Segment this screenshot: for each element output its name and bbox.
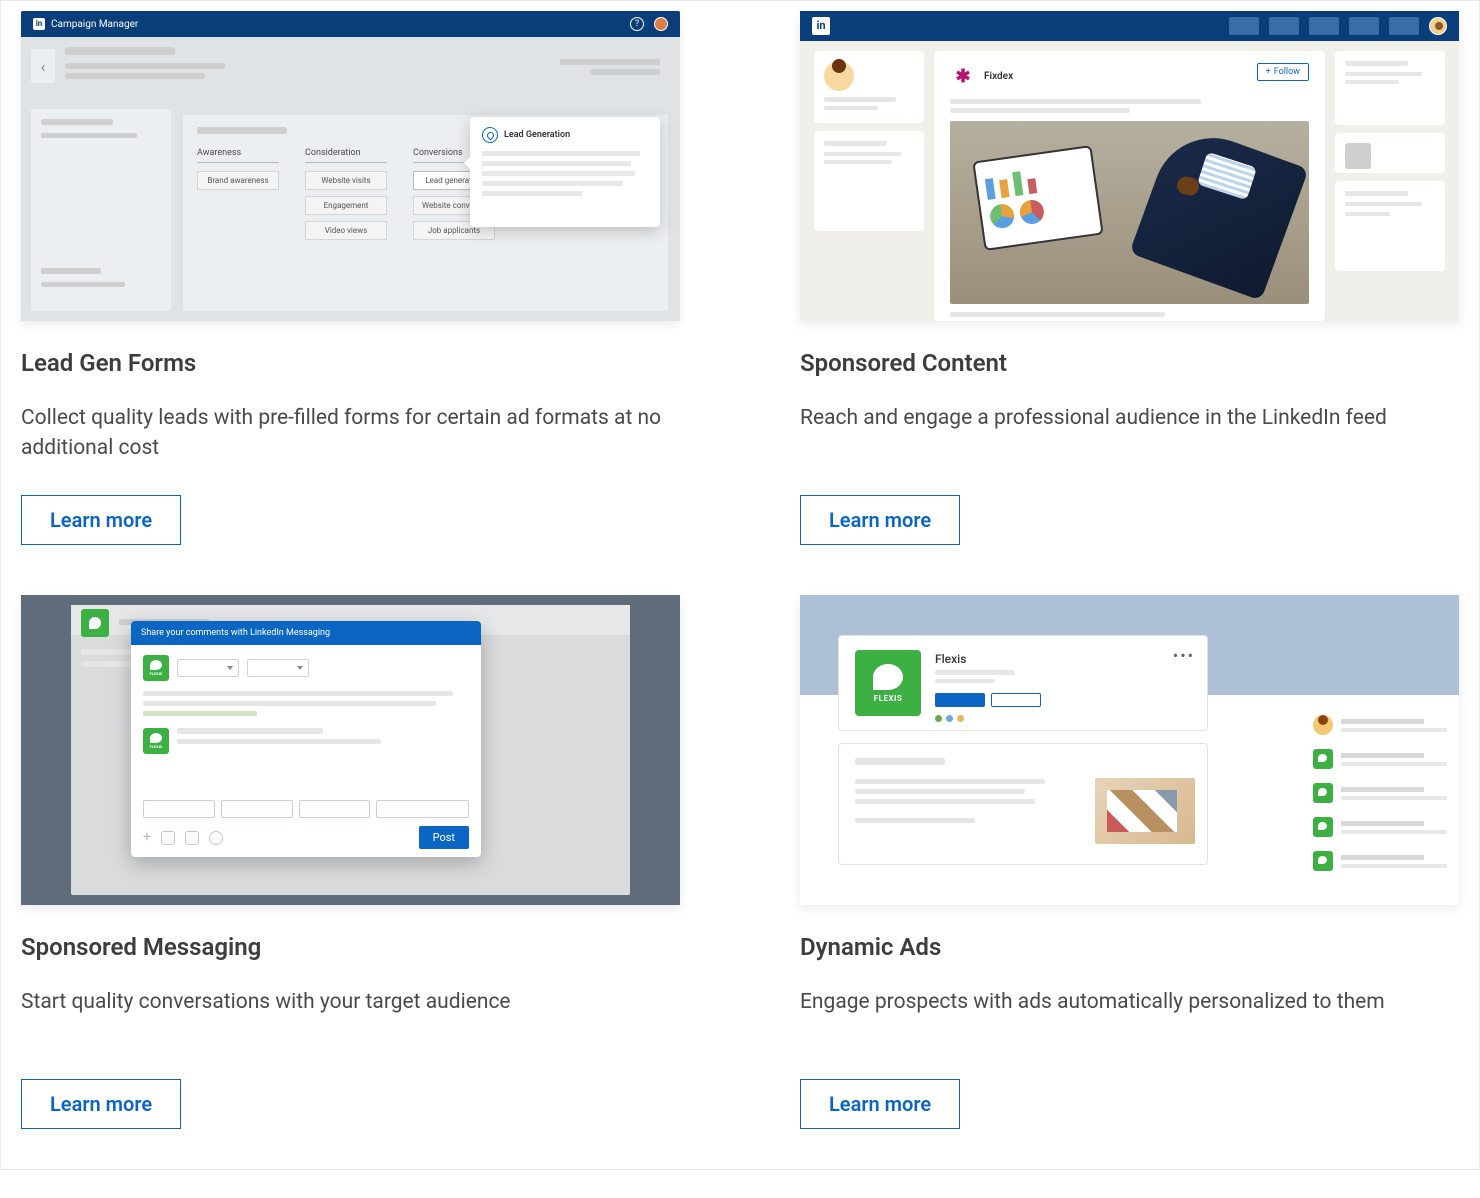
flexis-logo-icon xyxy=(1313,749,1333,769)
dropdown xyxy=(247,659,309,677)
learn-more-button[interactable]: Learn more xyxy=(21,1079,181,1129)
flexis-logo-icon xyxy=(1313,783,1333,803)
popup-title: Lead Generation xyxy=(504,130,570,140)
card-sponsored-content: in xyxy=(800,11,1459,545)
fixdex-logo-icon: ✱ xyxy=(950,63,976,89)
col-awareness-label: Awareness xyxy=(197,148,279,163)
feed-post: ✱ Fixdex + Follow xyxy=(934,51,1325,321)
card-desc: Reach and engage a professional audience… xyxy=(800,403,1459,465)
learn-more-button[interactable]: Learn more xyxy=(21,495,181,545)
secondary-pill xyxy=(991,693,1041,707)
brand-name: Fixdex xyxy=(984,71,1013,82)
back-chevron-icon: ‹ xyxy=(31,49,55,83)
followers-list xyxy=(1313,715,1459,885)
learn-more-button[interactable]: Learn more xyxy=(800,1079,960,1129)
company-card: ••• Flexis xyxy=(838,635,1208,731)
video-icon xyxy=(185,831,199,845)
chip-website-visits: Website visits xyxy=(305,171,387,190)
thumb-sponsored-messaging: Share your comments with LinkedIn Messag… xyxy=(21,595,680,905)
chip-engagement: Engagement xyxy=(305,196,387,215)
thumb-lead-gen-forms: in Campaign Manager ? ‹ xyxy=(21,11,680,321)
card-desc: Collect quality leads with pre-filled fo… xyxy=(21,403,680,465)
thumb-sponsored-content: in xyxy=(800,11,1459,321)
plus-icon: + xyxy=(143,831,151,845)
card-desc: Start quality conversations with your ta… xyxy=(21,987,680,1049)
avatar-icon xyxy=(824,61,854,91)
card-dynamic-ads: ••• Flexis xyxy=(800,595,1459,1129)
learn-more-button[interactable]: Learn more xyxy=(800,495,960,545)
card-title: Dynamic Ads xyxy=(800,933,1459,961)
linkedin-feed-topbar: in xyxy=(800,11,1459,41)
image-icon xyxy=(161,831,175,845)
lead-gen-icon xyxy=(482,127,498,143)
card-title: Lead Gen Forms xyxy=(21,349,680,377)
flexis-logo-icon xyxy=(81,609,109,637)
input-field xyxy=(143,800,215,818)
flexis-logo-icon xyxy=(855,650,921,716)
dialog-title: Share your comments with LinkedIn Messag… xyxy=(131,621,481,645)
col-consideration-label: Consideration xyxy=(305,148,387,163)
help-icon: ? xyxy=(630,17,644,31)
input-field xyxy=(221,800,293,818)
card-sponsored-messaging: Share your comments with LinkedIn Messag… xyxy=(21,595,680,1129)
emoji-icon xyxy=(209,831,223,845)
dropdown xyxy=(177,659,239,677)
top-nav xyxy=(1229,17,1447,35)
flexis-logo-icon xyxy=(143,655,169,681)
follower-dots xyxy=(935,715,964,722)
chip-video-views: Video views xyxy=(305,221,387,240)
linkedin-icon: in xyxy=(33,18,45,30)
campaign-manager-topbar: in Campaign Manager ? xyxy=(21,11,680,37)
card-image xyxy=(1095,778,1195,844)
avatar-icon xyxy=(654,17,668,31)
flexis-logo-icon xyxy=(143,728,169,754)
chip-brand-awareness: Brand awareness xyxy=(197,171,279,190)
card-lead-gen-forms: in Campaign Manager ? ‹ xyxy=(21,11,680,545)
post-button: Post xyxy=(419,826,469,849)
avatar-icon xyxy=(1313,715,1333,735)
flexis-logo-icon xyxy=(1313,851,1333,871)
lead-generation-popup: Lead Generation xyxy=(470,117,660,227)
primary-pill xyxy=(935,693,985,707)
card-title: Sponsored Messaging xyxy=(21,933,680,961)
follow-button: + Follow xyxy=(1257,63,1309,81)
messaging-dialog: Share your comments with LinkedIn Messag… xyxy=(131,621,481,857)
app-title: Campaign Manager xyxy=(51,19,138,30)
flexis-logo-icon xyxy=(1313,817,1333,837)
company-name: Flexis xyxy=(935,652,1191,666)
input-field xyxy=(299,800,371,818)
linkedin-icon: in xyxy=(812,17,830,35)
profile-card xyxy=(814,51,924,123)
post-image xyxy=(950,121,1309,304)
input-field xyxy=(376,800,469,818)
plus-icon: + xyxy=(1266,67,1271,77)
card-desc: Engage prospects with ads automatically … xyxy=(800,987,1459,1049)
avatar-icon xyxy=(1429,17,1447,35)
thumb-dynamic-ads: ••• Flexis xyxy=(800,595,1459,905)
card-title: Sponsored Content xyxy=(800,349,1459,377)
more-icon: ••• xyxy=(1173,646,1195,665)
content-card xyxy=(838,743,1208,865)
card-grid: in Campaign Manager ? ‹ xyxy=(1,11,1479,1129)
